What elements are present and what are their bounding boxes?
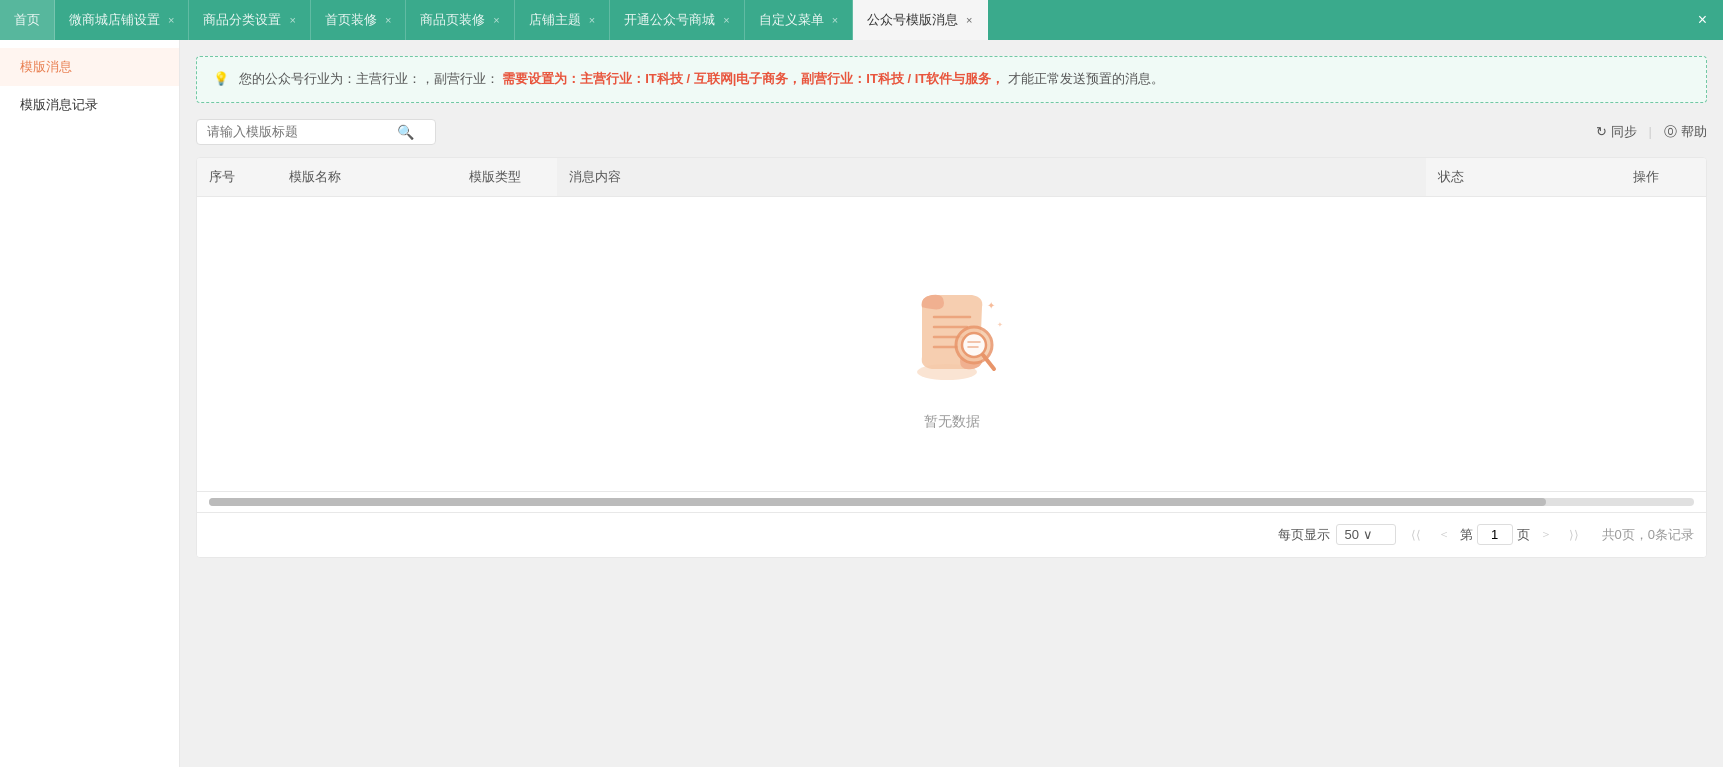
pagination: 每页显示 50 ∨ ⟨⟨ ＜ 第 页 ＞ ⟩⟩ 共0页，0条记录 bbox=[197, 512, 1706, 557]
svg-text:✦: ✦ bbox=[997, 321, 1003, 328]
horizontal-scrollbar[interactable] bbox=[209, 498, 1694, 506]
page-label-suf: 页 bbox=[1517, 526, 1530, 544]
col-seq: 序号 bbox=[197, 158, 277, 196]
page-prev-button[interactable]: ＜ bbox=[1432, 523, 1456, 547]
tab-store-theme[interactable]: 店铺主题 × bbox=[515, 0, 610, 40]
empty-text: 暂无数据 bbox=[924, 413, 980, 431]
tab-custom-menu-label: 自定义菜单 bbox=[759, 11, 824, 29]
toolbar-right: ↻ 同步 | ⓪ 帮助 bbox=[1596, 123, 1707, 141]
page-nav: ⟨⟨ ＜ 第 页 ＞ ⟩⟩ bbox=[1404, 523, 1586, 547]
tab-open-mall-close[interactable]: × bbox=[723, 14, 729, 26]
tab-template-msg-close[interactable]: × bbox=[966, 14, 972, 26]
page-last-button[interactable]: ⟩⟩ bbox=[1562, 523, 1586, 547]
tab-product-decoration[interactable]: 商品页装修 × bbox=[406, 0, 514, 40]
sidebar-item-template-msg-log-label: 模版消息记录 bbox=[20, 97, 98, 112]
sidebar-item-template-msg-label: 模版消息 bbox=[20, 59, 72, 74]
sync-icon: ↻ bbox=[1596, 124, 1607, 139]
notice-highlight: 需要设置为：主营行业：IT科技 / 互联网|电子商务，副营行业：IT科技 / I… bbox=[502, 71, 1004, 86]
notice-prefix: 您的公众号行业为：主营行业：，副营行业： bbox=[239, 71, 499, 86]
empty-state: ✦ ✦ 暂无数据 bbox=[197, 197, 1706, 491]
tab-homepage-decoration[interactable]: 首页装修 × bbox=[311, 0, 406, 40]
tab-category-settings[interactable]: 商品分类设置 × bbox=[189, 0, 310, 40]
sidebar-item-template-msg-log[interactable]: 模版消息记录 bbox=[0, 86, 179, 124]
empty-illustration: ✦ ✦ bbox=[892, 277, 1012, 397]
tab-template-msg[interactable]: 公众号模版消息 × bbox=[853, 0, 987, 40]
tab-homepage-decoration-close[interactable]: × bbox=[385, 14, 391, 26]
sync-button[interactable]: ↻ 同步 bbox=[1596, 123, 1637, 141]
tab-shop-settings-label: 微商城店铺设置 bbox=[69, 11, 160, 29]
search-bar: 🔍 ↻ 同步 | ⓪ 帮助 bbox=[196, 119, 1707, 145]
page-size-label: 每页显示 bbox=[1278, 526, 1330, 544]
sidebar-item-template-msg[interactable]: 模版消息 bbox=[0, 48, 179, 86]
notice-banner: 💡 您的公众号行业为：主营行业：，副营行业： 需要设置为：主营行业：IT科技 /… bbox=[196, 56, 1707, 103]
notice-icon: 💡 bbox=[213, 71, 229, 86]
tab-home-label: 首页 bbox=[14, 11, 40, 29]
help-label: 帮助 bbox=[1681, 123, 1707, 141]
help-icon: ⓪ bbox=[1664, 123, 1677, 141]
tab-open-mall-label: 开通公众号商城 bbox=[624, 11, 715, 29]
total-info: 共0页，0条记录 bbox=[1602, 526, 1694, 544]
tab-product-decoration-close[interactable]: × bbox=[493, 14, 499, 26]
search-icon[interactable]: 🔍 bbox=[397, 124, 414, 140]
toolbar-divider: | bbox=[1649, 124, 1652, 139]
tab-open-mall[interactable]: 开通公众号商城 × bbox=[610, 0, 744, 40]
sidebar: 模版消息 模版消息记录 bbox=[0, 40, 180, 767]
tab-category-settings-label: 商品分类设置 bbox=[203, 11, 281, 29]
help-button[interactable]: ⓪ 帮助 bbox=[1664, 123, 1707, 141]
content-area: 💡 您的公众号行业为：主营行业：，副营行业： 需要设置为：主营行业：IT科技 /… bbox=[180, 40, 1723, 767]
page-size-value: 50 bbox=[1345, 527, 1359, 542]
search-input[interactable] bbox=[207, 124, 397, 139]
col-type: 模版类型 bbox=[457, 158, 557, 196]
tab-product-decoration-label: 商品页装修 bbox=[420, 11, 485, 29]
page-size-dropdown[interactable]: 50 ∨ bbox=[1336, 524, 1396, 545]
tab-home[interactable]: 首页 bbox=[0, 0, 55, 40]
search-input-wrap[interactable]: 🔍 bbox=[196, 119, 436, 145]
scrollbar-thumb[interactable] bbox=[209, 498, 1546, 506]
page-number-input[interactable] bbox=[1477, 524, 1513, 545]
table-header: 序号 模版名称 模版类型 消息内容 状态 操作 bbox=[197, 158, 1706, 197]
col-status: 状态 bbox=[1426, 158, 1586, 196]
tab-custom-menu-close[interactable]: × bbox=[832, 14, 838, 26]
tab-category-settings-close[interactable]: × bbox=[289, 14, 295, 26]
page-size-select: 每页显示 50 ∨ bbox=[1278, 524, 1396, 545]
page-size-dropdown-arrow: ∨ bbox=[1363, 527, 1373, 542]
main-layout: 模版消息 模版消息记录 💡 您的公众号行业为：主营行业：，副营行业： 需要设置为… bbox=[0, 40, 1723, 767]
tab-bar: 首页 微商城店铺设置 × 商品分类设置 × 首页装修 × 商品页装修 × 店铺主… bbox=[0, 0, 1723, 40]
sync-label: 同步 bbox=[1611, 123, 1637, 141]
col-name: 模版名称 bbox=[277, 158, 457, 196]
tab-shop-settings-close[interactable]: × bbox=[168, 14, 174, 26]
data-table: 序号 模版名称 模版类型 消息内容 状态 操作 bbox=[196, 157, 1707, 558]
tab-shop-settings[interactable]: 微商城店铺设置 × bbox=[55, 0, 189, 40]
tab-template-msg-label: 公众号模版消息 bbox=[867, 11, 958, 29]
tab-store-theme-label: 店铺主题 bbox=[529, 11, 581, 29]
notice-suffix: 才能正常发送预置的消息。 bbox=[1008, 71, 1164, 86]
tab-store-theme-close[interactable]: × bbox=[589, 14, 595, 26]
page-label-pre: 第 bbox=[1460, 526, 1473, 544]
tab-homepage-decoration-label: 首页装修 bbox=[325, 11, 377, 29]
page-next-button[interactable]: ＞ bbox=[1534, 523, 1558, 547]
col-content: 消息内容 bbox=[557, 158, 1426, 196]
col-action: 操作 bbox=[1586, 158, 1706, 196]
svg-text:✦: ✦ bbox=[987, 300, 995, 311]
close-all-tabs[interactable]: × bbox=[1682, 11, 1723, 29]
scrollbar-area[interactable] bbox=[197, 491, 1706, 512]
tab-custom-menu[interactable]: 自定义菜单 × bbox=[745, 0, 853, 40]
page-first-button[interactable]: ⟨⟨ bbox=[1404, 523, 1428, 547]
